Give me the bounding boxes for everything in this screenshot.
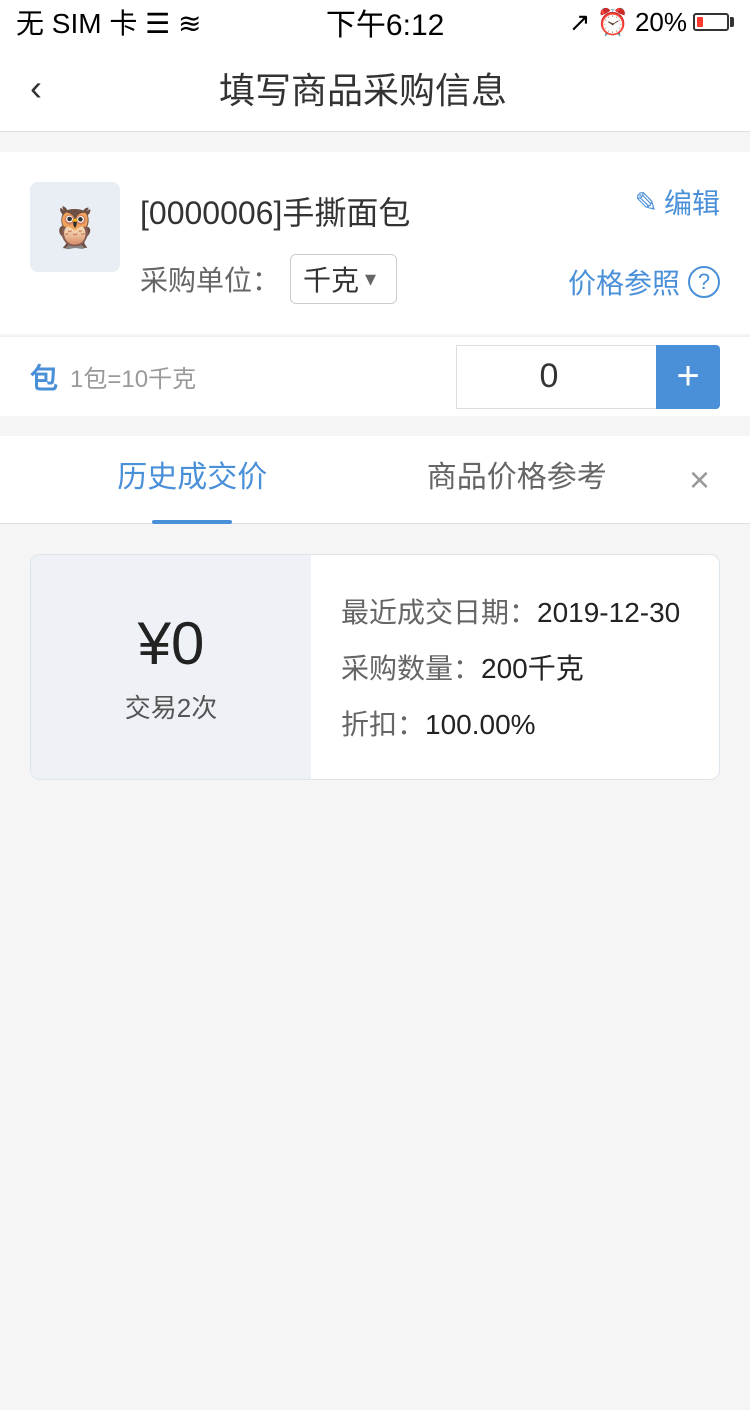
product-code: [0000006] — [140, 195, 282, 231]
status-bar: 无 SIM 卡 ☰ ≋ 下午6:12 ↗ ⏰ 20% — [0, 0, 750, 44]
header: ‹ 填写商品采购信息 — [0, 44, 750, 132]
quantity-plus-button[interactable]: + — [656, 345, 720, 409]
tab-history-price[interactable]: 历史成交价 — [30, 436, 354, 524]
product-right-area: ✎ 编辑 价格参照 ? — [568, 182, 720, 302]
product-title: 手撕面包 — [282, 195, 410, 231]
price-ref-button[interactable]: 价格参照 ? — [568, 262, 720, 302]
battery-percent: 20% — [635, 7, 687, 38]
quantity-section: 包 1包=10千克 + — [0, 336, 750, 416]
history-card: ¥0 交易2次 最近成交日期：2019-12-30 采购数量：200千克 折扣：… — [30, 554, 720, 780]
history-trade-count: 交易2次 — [125, 688, 217, 725]
edit-button[interactable]: ✎ 编辑 — [635, 182, 720, 222]
discount-value: 100.00% — [425, 709, 536, 740]
status-left: 无 SIM 卡 ☰ ≋ — [16, 2, 201, 42]
product-name: [0000006]手撕面包 — [140, 188, 410, 234]
product-unit-row: 采购单位： 千克 ▾ — [140, 254, 410, 304]
bottom-area — [0, 810, 750, 1410]
unit-value: 千克 — [303, 259, 359, 299]
qty-label: 采购数量： — [341, 653, 481, 684]
date-value: 2019-12-30 — [537, 597, 680, 628]
discount-label: 折扣： — [341, 709, 425, 740]
tab-product-price-ref[interactable]: 商品价格参考 — [354, 436, 678, 524]
product-top-row: 🦉 [0000006]手撕面包 采购单位： 千克 ▾ ✎ 编辑 — [30, 182, 720, 304]
product-left-area: 🦉 [0000006]手撕面包 采购单位： 千克 ▾ — [30, 182, 410, 304]
date-label: 最近成交日期： — [341, 597, 537, 628]
history-details-area: 最近成交日期：2019-12-30 采购数量：200千克 折扣：100.00% — [311, 555, 719, 779]
tabs-bar: 历史成交价 商品价格参考 × — [0, 436, 750, 524]
unit-label: 采购单位： — [140, 259, 280, 299]
page-title: 填写商品采购信息 — [62, 62, 664, 114]
history-discount-row: 折扣：100.00% — [341, 703, 689, 743]
status-right: ↗ ⏰ 20% — [569, 7, 734, 38]
battery-icon — [693, 13, 734, 31]
status-time: 下午6:12 — [326, 0, 444, 44]
product-info-area: [0000006]手撕面包 采购单位： 千克 ▾ — [140, 182, 410, 304]
qty-input-area: + — [456, 345, 720, 409]
price-ref-label: 价格参照 — [568, 262, 680, 302]
product-card: 🦉 [0000006]手撕面包 采购单位： 千克 ▾ ✎ 编辑 — [0, 152, 750, 334]
back-button[interactable]: ‹ — [30, 67, 42, 109]
quantity-input[interactable] — [456, 345, 656, 409]
alarm-icon: ⏰ — [597, 7, 629, 38]
edit-icon: ✎ — [635, 186, 658, 219]
history-qty-row: 采购数量：200千克 — [341, 647, 689, 687]
tab-price-ref-label: 商品价格参考 — [427, 452, 607, 496]
product-thumbnail: 🦉 — [30, 182, 120, 272]
location-icon: ↗ — [569, 7, 591, 38]
unit-select[interactable]: 千克 ▾ — [290, 254, 397, 304]
package-icon: 包 — [30, 357, 58, 397]
qty-label-area: 包 1包=10千克 — [30, 357, 456, 397]
qty-convert-label: 1包=10千克 — [70, 359, 196, 394]
product-thumb-owl-icon: 🦉 — [50, 204, 100, 251]
history-section: ¥0 交易2次 最近成交日期：2019-12-30 采购数量：200千克 折扣：… — [0, 524, 750, 810]
chevron-down-icon: ▾ — [365, 266, 376, 292]
qty-value: 200千克 — [481, 653, 584, 684]
history-date-row: 最近成交日期：2019-12-30 — [341, 591, 689, 631]
tab-history-label: 历史成交价 — [117, 452, 267, 496]
tabs-close-button[interactable]: × — [679, 459, 720, 501]
history-price-area: ¥0 交易2次 — [31, 555, 311, 779]
edit-label: 编辑 — [664, 182, 720, 222]
history-price-value: ¥0 — [138, 609, 205, 678]
help-icon: ? — [688, 266, 720, 298]
